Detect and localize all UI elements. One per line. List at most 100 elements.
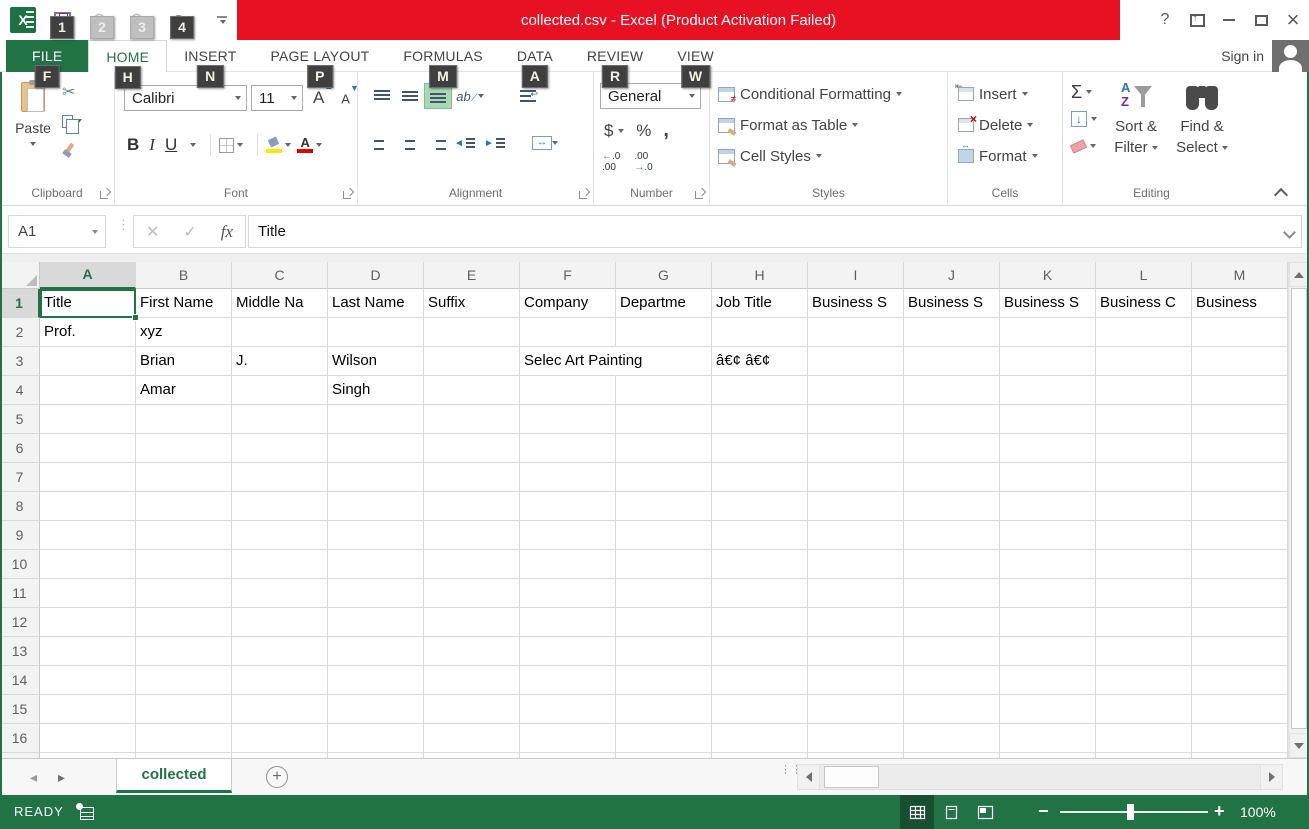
cell-L11[interactable] [1096,579,1192,608]
cell-B14[interactable] [136,666,232,695]
cell-F2[interactable] [520,318,616,347]
fill-button[interactable]: ↓ [1071,109,1097,129]
copy-button[interactable] [62,111,82,131]
cell-E11[interactable] [424,579,520,608]
cell-K15[interactable] [1000,695,1096,724]
cell-F13[interactable] [520,637,616,666]
font-name-combo[interactable]: Calibri [124,85,247,111]
cell-I6[interactable] [808,434,904,463]
cell-B16[interactable] [136,724,232,753]
vertical-scroll-thumb[interactable] [1291,288,1307,729]
font-size-combo[interactable]: 11 [251,85,303,111]
cell-J7[interactable] [904,463,1000,492]
tab-home[interactable]: HOMEH [88,40,167,72]
excel-app-icon[interactable]: X [10,7,36,33]
cell-E2[interactable] [424,318,520,347]
cell-styles-button[interactable]: Cell Styles [718,143,822,169]
zoom-level[interactable]: 100% [1240,804,1276,820]
delete-cells-button[interactable]: Delete [958,112,1033,138]
page-layout-view-button[interactable] [934,795,968,829]
customize-qat-button[interactable] [202,4,242,36]
cell-M16[interactable] [1192,724,1288,753]
cell-G14[interactable] [616,666,712,695]
cell-K3[interactable] [1000,347,1096,376]
cell-A3[interactable] [40,347,136,376]
help-button[interactable]: ? [1149,0,1181,40]
cell-H7[interactable] [712,463,808,492]
cell-H8[interactable] [712,492,808,521]
format-as-table-button[interactable]: Format as Table [718,112,858,138]
cell-C4[interactable] [232,376,328,405]
row-header-2[interactable]: 2 [0,318,40,347]
cell-A11[interactable] [40,579,136,608]
cell-C10[interactable] [232,550,328,579]
cell-C15[interactable] [232,695,328,724]
restore-button[interactable] [1245,0,1277,40]
cell-I5[interactable] [808,405,904,434]
cell-K4[interactable] [1000,376,1096,405]
sign-in-link[interactable]: Sign in [1221,48,1264,64]
cell-E1[interactable]: Suffix [424,289,520,318]
underline-dropdown-icon[interactable] [190,143,196,147]
cell-I16[interactable] [808,724,904,753]
cell-B3[interactable]: Brian [136,347,232,376]
cell-H16[interactable] [712,724,808,753]
bold-button[interactable]: B [127,135,139,155]
cell-D13[interactable] [328,637,424,666]
cell-G5[interactable] [616,405,712,434]
cell-L13[interactable] [1096,637,1192,666]
cell-D1[interactable]: Last Name [328,289,424,318]
cell-M7[interactable] [1192,463,1288,492]
cell-M10[interactable] [1192,550,1288,579]
cell-B5[interactable] [136,405,232,434]
cell-C7[interactable] [232,463,328,492]
cell-B4[interactable]: Amar [136,376,232,405]
cell-E13[interactable] [424,637,520,666]
cell-M13[interactable] [1192,637,1288,666]
cell-J15[interactable] [904,695,1000,724]
cell-I14[interactable] [808,666,904,695]
cell-L12[interactable] [1096,608,1192,637]
cell-D3[interactable]: Wilson [328,347,424,376]
cell-K11[interactable] [1000,579,1096,608]
cell-A2[interactable]: Prof. [40,318,136,347]
formula-input[interactable]: Title [248,215,1302,248]
cell-D6[interactable] [328,434,424,463]
zoom-out-button[interactable]: − [1038,801,1049,822]
cell-L16[interactable] [1096,724,1192,753]
cell-K8[interactable] [1000,492,1096,521]
expand-formula-bar-icon[interactable] [1285,228,1295,238]
cell-G1[interactable]: Departme [616,289,712,318]
cell-F12[interactable] [520,608,616,637]
column-header-C[interactable]: C [232,262,328,289]
cell-K14[interactable] [1000,666,1096,695]
cell-J12[interactable] [904,608,1000,637]
cell-J6[interactable] [904,434,1000,463]
cell-M4[interactable] [1192,376,1288,405]
column-header-L[interactable]: L [1096,262,1192,289]
cell-L8[interactable] [1096,492,1192,521]
formula-bar-resize-handle[interactable]: ⋮ [117,222,130,228]
cell-F9[interactable] [520,521,616,550]
tab-formulas[interactable]: FORMULASM [386,40,499,72]
accounting-format-button[interactable]: $ [604,121,624,141]
column-header-A[interactable]: A [40,262,136,289]
cell-A15[interactable] [40,695,136,724]
decrease-decimal-button[interactable]: .00→.0 [634,151,652,173]
vertical-scrollbar[interactable] [1288,262,1309,758]
insert-function-icon[interactable]: fx [221,222,233,242]
collapse-ribbon-icon[interactable] [1275,189,1287,197]
column-header-J[interactable]: J [904,262,1000,289]
cell-D15[interactable] [328,695,424,724]
name-box[interactable]: A1 [8,215,106,248]
cell-C1[interactable]: Middle Na [232,289,328,318]
cell-G7[interactable] [616,463,712,492]
cell-E5[interactable] [424,405,520,434]
cell-L10[interactable] [1096,550,1192,579]
cell-H10[interactable] [712,550,808,579]
cell-H5[interactable] [712,405,808,434]
scroll-right-button[interactable] [1260,765,1282,789]
cell-B6[interactable] [136,434,232,463]
cell-C9[interactable] [232,521,328,550]
cell-G8[interactable] [616,492,712,521]
